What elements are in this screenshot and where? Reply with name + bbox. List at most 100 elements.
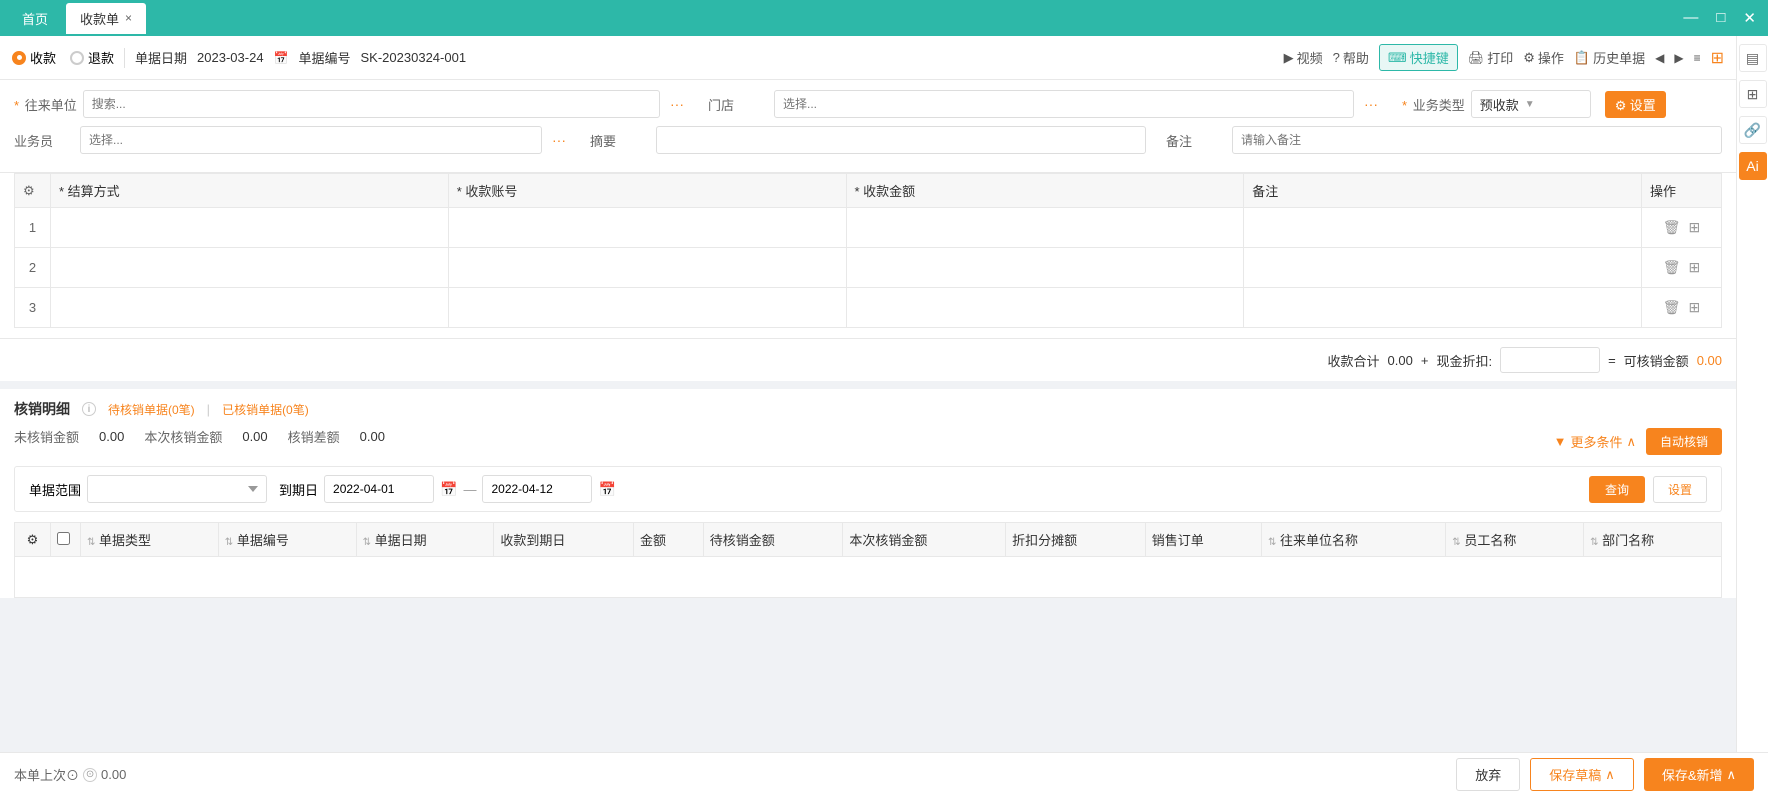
list-view-icon[interactable]: ≡ [1694,51,1701,65]
row3-account[interactable] [448,288,846,328]
sidebar-table-icon[interactable]: ▤ [1739,44,1767,72]
row1-amount[interactable] [846,208,1244,248]
row1-note-input[interactable] [1244,208,1641,247]
summary-field: 摘要 [590,126,1146,154]
save-new-button[interactable]: 保存&新增 ∧ [1644,758,1754,791]
row3-account-input[interactable] [449,288,846,327]
range-select[interactable] [87,475,267,503]
summary-input[interactable] [656,126,1146,154]
due-date-to-input[interactable] [482,475,592,503]
operation-btn[interactable]: ⚙ 操作 [1523,48,1564,67]
sidebar-link-icon[interactable]: 🔗 [1739,116,1767,144]
calc-plus: + [1421,353,1429,368]
select-all-checkbox[interactable] [57,532,70,545]
row3-settlement-input[interactable] [51,288,448,327]
window-minimize-button[interactable]: — [1679,9,1702,27]
date-from-calendar-icon[interactable]: 📅 [440,481,457,498]
row1-account[interactable] [448,208,846,248]
row3-amount-input[interactable] [847,288,1244,327]
nav-next[interactable]: ▶ [1674,51,1683,65]
chevron-icon: ∧ [1626,434,1636,450]
row3-note[interactable] [1244,288,1642,328]
row3-note-input[interactable] [1244,288,1641,327]
col-gear-header[interactable]: ⚙ [15,174,51,208]
gear-icon[interactable]: ⚙ [23,183,35,198]
date-to-calendar-icon[interactable]: 📅 [598,481,615,498]
verify-tab-done[interactable]: 已核销单据(0笔) [222,401,309,418]
note-input[interactable] [1232,126,1722,154]
verify-tab-pending[interactable]: 待核销单据(0笔) [108,401,195,418]
stat1-value: 0.00 [99,429,124,444]
row2-note-input[interactable] [1244,248,1641,287]
btm-col-checkbox[interactable] [51,523,81,557]
history-btn[interactable]: 📋 历史单据 [1574,48,1645,67]
row2-settlement-input[interactable] [51,248,448,287]
shortcut-btn[interactable]: ⌨ 快捷键 [1379,44,1458,71]
row2-amount[interactable] [846,248,1244,288]
btm-col-gear[interactable]: ⚙ [15,523,51,557]
tab-close-icon[interactable]: × [125,11,132,25]
row1-account-input[interactable] [449,208,846,247]
save-draft-button[interactable]: 保存草稿 ∧ [1530,758,1634,791]
radio-refund[interactable]: 退款 [70,48,114,67]
row1-delete-icon[interactable]: 🗑 [1663,219,1681,236]
help-btn[interactable]: ? 帮助 [1333,48,1369,67]
partner-input[interactable] [83,90,660,118]
store-input[interactable] [774,90,1354,118]
tab-home[interactable]: 首页 [8,3,62,34]
query-setting-button[interactable]: 设置 [1653,476,1707,503]
sidebar-grid-icon[interactable]: ⊞ [1739,80,1767,108]
calc-value3: 0.00 [1697,353,1722,368]
row2-amount-input[interactable] [847,248,1244,287]
row2-copy-icon[interactable]: ⊞ [1689,259,1701,276]
col-action-header: 操作 [1642,174,1722,208]
sidebar-ai-icon[interactable]: Ai [1739,152,1767,180]
query-button[interactable]: 查询 [1589,476,1645,503]
row2-account-input[interactable] [449,248,846,287]
radio-receive[interactable]: 收款 [12,48,56,67]
row3-settlement[interactable] [51,288,449,328]
biz-type-select[interactable]: 预收款 ▼ [1471,90,1591,118]
row1-amount-input[interactable] [847,208,1244,247]
row2-account[interactable] [448,248,846,288]
btm-col-date: ⇅ 单据日期 [356,523,494,557]
discard-button[interactable]: 放弃 [1456,758,1520,791]
tab-bar: 首页 收款单 × — □ ✕ [0,0,1768,36]
row3-copy-icon[interactable]: ⊞ [1689,299,1701,316]
stat3-value: 0.00 [360,429,385,444]
window-maximize-button[interactable]: □ [1712,9,1729,27]
calc-discount-input[interactable] [1500,347,1600,373]
print-btn[interactable]: 🖨 打印 [1468,48,1514,67]
radio-refund-dot [70,51,84,65]
auto-verify-button[interactable]: 自动核销 [1646,428,1722,455]
col-note-header: 备注 [1244,174,1642,208]
staff-more-icon[interactable]: ··· [548,132,570,148]
staff-input[interactable] [80,126,542,154]
store-more-icon[interactable]: ··· [1360,96,1382,112]
row2-note[interactable] [1244,248,1642,288]
form-row-1: * 往来单位 ··· 门店 ··· * 业务类型 预收款 ▼ [14,90,1722,118]
video-label: 视频 [1297,48,1323,67]
due-date-from-input[interactable] [324,475,434,503]
more-conditions-btn[interactable]: ▼ 更多条件 ∧ [1554,432,1636,451]
video-btn[interactable]: ▶ 视频 [1284,48,1323,67]
note-field: 备注 [1166,126,1722,154]
row2-delete-icon[interactable]: 🗑 [1663,259,1681,276]
settings-button[interactable]: ⚙ 设置 [1605,91,1666,118]
row3-delete-icon[interactable]: 🗑 [1663,299,1681,316]
row3-amount[interactable] [846,288,1244,328]
footer-info-icon[interactable]: ⊙ [83,768,97,782]
row1-copy-icon[interactable]: ⊞ [1689,219,1701,236]
row1-settlement-input[interactable] [51,208,448,247]
btm-col-pending: 待核销金额 [703,523,843,557]
partner-more-icon[interactable]: ··· [666,96,688,112]
row1-settlement[interactable] [51,208,449,248]
window-close-button[interactable]: ✕ [1739,9,1760,27]
tab-active[interactable]: 收款单 × [66,3,146,34]
verify-info-icon[interactable]: i [82,402,96,416]
row1-note[interactable] [1244,208,1642,248]
row2-settlement[interactable] [51,248,449,288]
grid-view-icon[interactable]: ⊞ [1711,48,1724,68]
nav-prev[interactable]: ◀ [1655,51,1664,65]
date-picker-icon[interactable]: 📅 [274,51,289,65]
